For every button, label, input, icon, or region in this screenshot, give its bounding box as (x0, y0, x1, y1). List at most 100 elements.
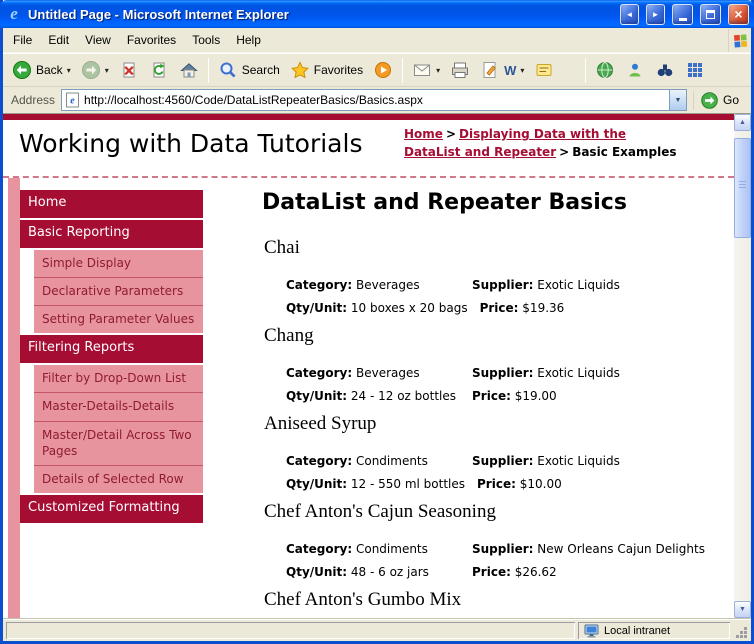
field-label: Supplier: (472, 365, 534, 380)
menu-tools[interactable]: Tools (184, 29, 228, 51)
field-label: Category: (286, 277, 353, 292)
field-value: $19.36 (518, 300, 565, 315)
field-label: Price: (472, 564, 511, 579)
mail-dropdown-icon[interactable]: ▾ (436, 66, 440, 75)
search-icon (220, 62, 236, 78)
product-name: Chang (264, 325, 314, 346)
field-label: Category: (286, 541, 353, 556)
sidebar-item-link[interactable]: Setting Parameter Values (34, 305, 203, 334)
sidebar-item-link[interactable]: Master/Detail Across Two Pages (34, 420, 203, 465)
back-button[interactable]: Back ▾ (7, 57, 76, 83)
page-icon: e (66, 92, 80, 108)
sidebar-item-link[interactable]: Declarative Parameters (34, 276, 203, 306)
sidebar-section-link[interactable]: Home (20, 190, 203, 218)
go-label: Go (722, 93, 739, 107)
nav-right-button[interactable]: ► (646, 3, 665, 25)
field-value: $26.62 (510, 564, 557, 579)
globe-button[interactable] (590, 57, 620, 83)
sidebar-section-link[interactable]: Basic Reporting (20, 219, 203, 248)
sidebar-section-link[interactable]: Customized Formatting (20, 495, 203, 524)
minimize-icon (678, 17, 687, 21)
sidebar-item-link[interactable]: Details of Selected Row (34, 464, 203, 494)
edit-dropdown-icon[interactable]: ▾ (520, 66, 524, 75)
favorites-star-icon (290, 61, 309, 79)
quicklinks-button[interactable] (680, 57, 710, 83)
ie-logo-icon: e (10, 4, 18, 23)
field-label: Price: (477, 476, 516, 491)
minimize-button[interactable] (672, 3, 693, 25)
toolbar-separator (207, 57, 209, 83)
address-dropdown-button[interactable]: ▼ (668, 90, 686, 110)
product-entry: Chang Category: Beverages Supplier: Exotic… (262, 325, 726, 407)
maximize-icon (706, 9, 715, 19)
field-label: Price: (479, 300, 519, 315)
product-field-row: Qty/Unit: 12 - 550 ml bottles Price: $10.… (286, 472, 726, 495)
sidebar-item-link[interactable]: Master-Details-Details (34, 392, 203, 421)
menu-favorites[interactable]: Favorites (119, 29, 184, 51)
forward-button[interactable]: ▾ (76, 57, 114, 83)
field-value: Condiments (352, 453, 428, 468)
edit-page-icon (483, 62, 496, 78)
breadcrumb-separator: > (559, 145, 570, 159)
stop-button[interactable] (114, 57, 144, 83)
scrollbar-thumb[interactable] (734, 138, 751, 238)
intranet-zone-icon (584, 624, 599, 637)
scroll-up-button[interactable]: ▲ (734, 114, 751, 131)
zone-label: Local intranet (604, 624, 671, 637)
address-url[interactable]: http://localhost:4560/Code/DataListRepea… (84, 93, 665, 107)
sidebar-section-link[interactable]: Filtering Reports (20, 335, 203, 364)
sidebar-item-link[interactable]: Simple Display (34, 249, 203, 277)
field-value: 48 - 6 oz jars (347, 564, 429, 579)
forward-dropdown-icon[interactable]: ▾ (105, 66, 109, 75)
toolbar-separator (402, 57, 404, 83)
field-value: $10.00 (515, 476, 562, 491)
menu-view[interactable]: View (77, 29, 119, 51)
menu-edit[interactable]: Edit (40, 29, 77, 51)
browser-window: e Untitled Page - Microsoft Internet Exp… (0, 0, 754, 644)
search-button[interactable]: Search (213, 57, 285, 83)
refresh-button[interactable] (144, 57, 174, 83)
messenger-button[interactable] (620, 57, 650, 83)
media-button[interactable] (368, 57, 398, 83)
breadcrumb-section-link[interactable]: DataList and Repeater (404, 145, 556, 159)
maximize-button[interactable] (700, 3, 721, 25)
discuss-button[interactable] (529, 57, 559, 83)
print-button[interactable] (445, 57, 475, 83)
home-icon (179, 63, 198, 78)
close-button[interactable]: × (728, 3, 749, 25)
nav-left-button[interactable]: ◄ (620, 3, 639, 25)
edit-word-button[interactable]: W ▾ (475, 57, 529, 83)
product-field-row: Category: Beverages Supplier: Exotic Liqu… (286, 273, 726, 296)
scroll-down-button[interactable]: ▼ (734, 601, 751, 618)
field-value: Exotic Liquids (533, 365, 620, 380)
breadcrumb-section-link[interactable]: Displaying Data with the (459, 127, 626, 141)
menu-help[interactable]: Help (228, 29, 269, 51)
menu-bar: File Edit View Favorites Tools Help (3, 28, 751, 53)
product-name: Chef Anton's Cajun Seasoning (264, 501, 496, 522)
stop-icon (123, 62, 135, 78)
discuss-icon (536, 64, 552, 76)
field-value: Beverages (352, 277, 420, 292)
research-button[interactable] (650, 57, 680, 83)
product-field-row: Category: Condiments Supplier: Exotic Liq… (286, 449, 726, 472)
resize-grip[interactable] (733, 622, 748, 639)
field-label: Qty/Unit: (286, 388, 348, 403)
sidebar-item-link[interactable]: Filter by Drop-Down List (34, 365, 203, 393)
back-dropdown-icon[interactable]: ▾ (67, 66, 71, 75)
field-label: Price: (472, 388, 511, 403)
product-name: Chef Anton's Gumbo Mix (264, 589, 462, 610)
favorites-button[interactable]: Favorites (285, 57, 368, 83)
vertical-scrollbar[interactable]: ▲ ▼ (734, 114, 751, 618)
go-button[interactable]: Go (692, 90, 747, 110)
address-input[interactable]: e http://localhost:4560/Code/DataListRep… (61, 89, 687, 111)
svg-text:e: e (70, 96, 75, 107)
menu-file[interactable]: File (5, 29, 40, 51)
back-label: Back (36, 63, 63, 77)
field-label: Category: (286, 365, 353, 380)
refresh-icon (153, 62, 165, 78)
product-field-row: Category: Condiments Supplier: New Orlean… (286, 537, 726, 560)
home-button[interactable] (174, 57, 204, 83)
breadcrumb-home-link[interactable]: Home (404, 127, 443, 141)
back-icon (13, 61, 31, 79)
mail-button[interactable]: ▾ (407, 57, 445, 83)
